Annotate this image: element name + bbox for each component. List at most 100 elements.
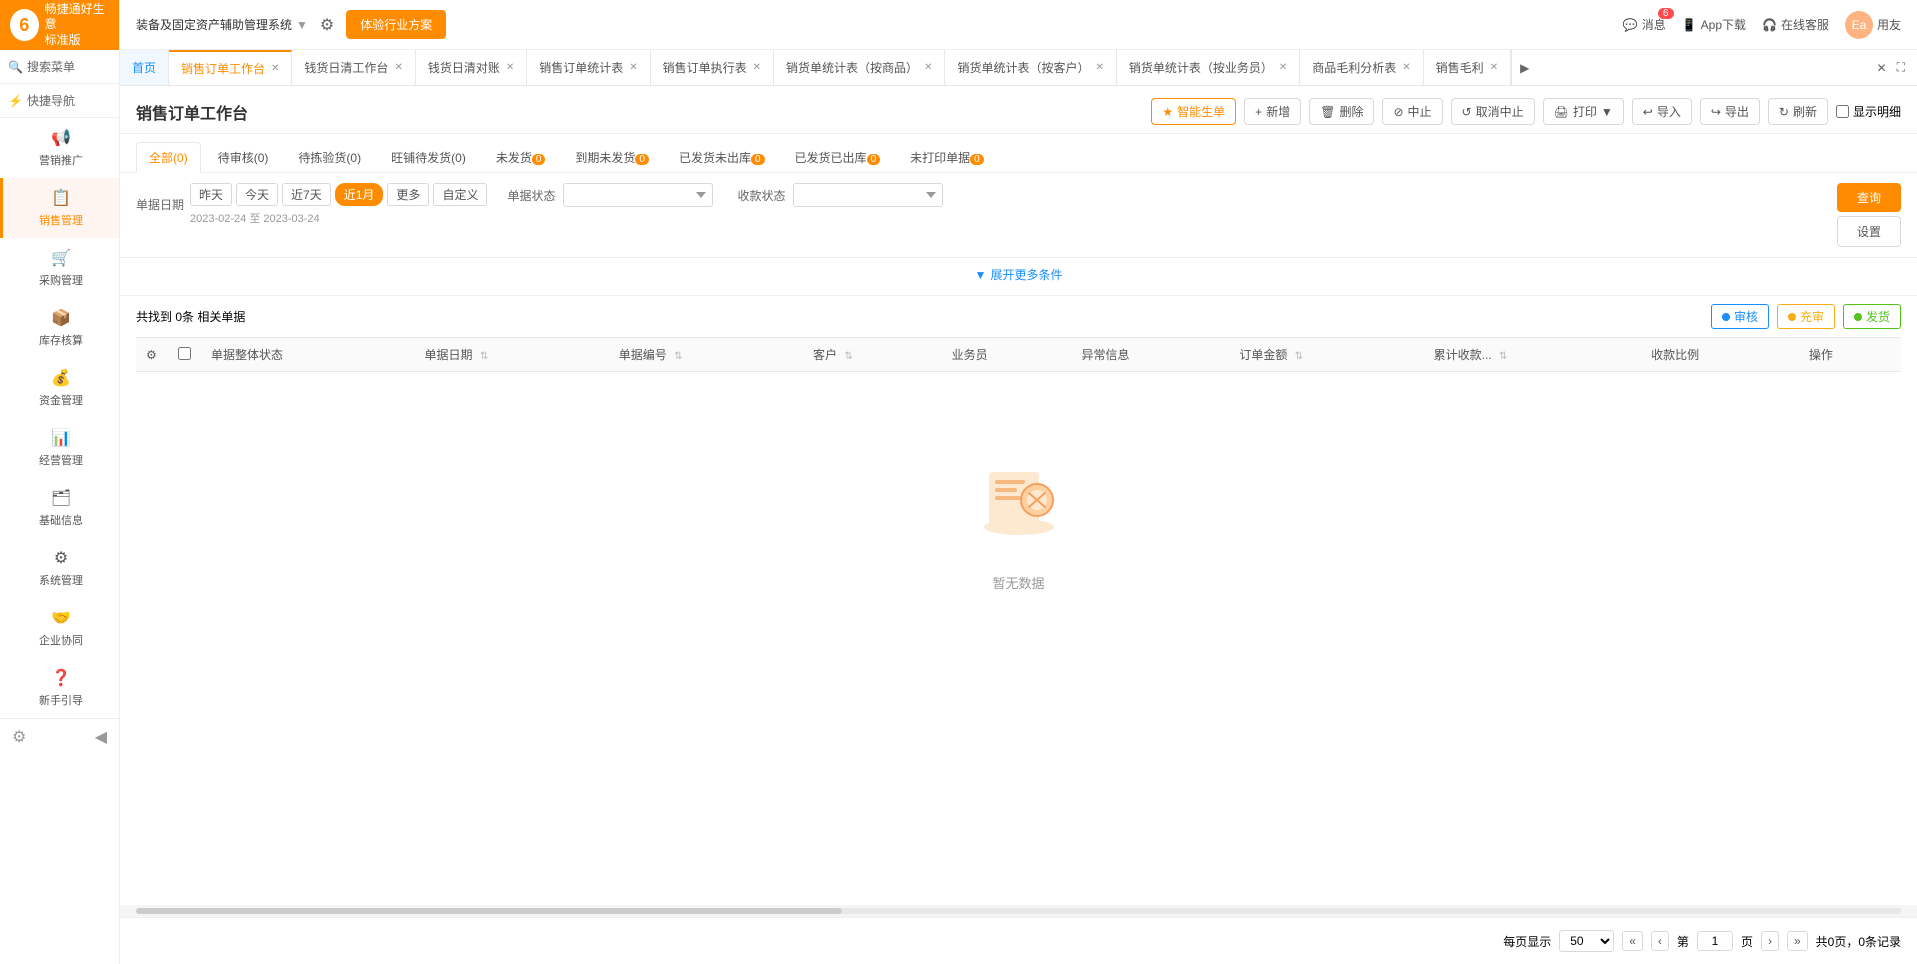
print-icon: 🖨 bbox=[1554, 105, 1569, 119]
sub-tab-shipped-not-warehouse[interactable]: 已发货未出库0 bbox=[666, 142, 778, 172]
sidebar-item-quick-nav[interactable]: ⚡ 快捷导航 bbox=[0, 84, 119, 118]
th-customer[interactable]: 客户 ⇅ bbox=[803, 338, 942, 372]
sub-tab-pending-check[interactable]: 待拣验货(0) bbox=[285, 142, 374, 172]
refresh-button[interactable]: ↻ 刷新 bbox=[1768, 98, 1828, 125]
collapse-icon[interactable]: ◀ bbox=[95, 727, 107, 747]
page-number-input[interactable] bbox=[1697, 931, 1733, 951]
delete-button[interactable]: 🗑 删除 bbox=[1309, 98, 1374, 125]
import-button[interactable]: ↩ 导入 bbox=[1632, 98, 1692, 125]
sidebar-item-operation[interactable]: 📊 经营管理 bbox=[0, 418, 119, 478]
first-page-btn[interactable]: « bbox=[1622, 931, 1643, 951]
prev-page-btn[interactable]: ‹ bbox=[1651, 931, 1669, 951]
sidebar-item-marketing[interactable]: 📢 营销推广 bbox=[0, 118, 119, 178]
date-btn-today[interactable]: 今天 bbox=[236, 183, 278, 206]
cancel-stop-button[interactable]: ↺ 取消中止 bbox=[1451, 98, 1535, 125]
tab-sales-profit[interactable]: 销售毛利 ✕ bbox=[1424, 50, 1511, 86]
date-btn-1month[interactable]: 近1月 bbox=[335, 183, 384, 206]
tab-sales-workbench[interactable]: 销售订单工作台 ✕ bbox=[169, 50, 292, 86]
sidebar-item-system[interactable]: ⚙ 系统管理 bbox=[0, 538, 119, 598]
tab-close-gross-profit[interactable]: ✕ bbox=[1402, 62, 1410, 73]
page-size-select[interactable]: 50 20 100 bbox=[1559, 930, 1614, 952]
stop-button[interactable]: ⊘ 中止 bbox=[1382, 98, 1442, 125]
status-select[interactable] bbox=[563, 183, 713, 207]
tab-home[interactable]: 首页 bbox=[120, 50, 169, 86]
sub-tab-all[interactable]: 全部(0) bbox=[136, 142, 201, 173]
sidebar-item-finance[interactable]: 💰 资金管理 bbox=[0, 358, 119, 418]
export-button[interactable]: ↪ 导出 bbox=[1700, 98, 1760, 125]
tab-cash-reconcile[interactable]: 钱货日清对账 ✕ bbox=[416, 50, 527, 86]
user-avatar: Ea bbox=[1845, 11, 1873, 39]
tab-gross-profit[interactable]: 商品毛利分析表 ✕ bbox=[1300, 50, 1423, 86]
last-page-btn[interactable]: » bbox=[1787, 931, 1808, 951]
tab-close-cash-daily[interactable]: ✕ bbox=[394, 62, 402, 73]
date-btn-7days[interactable]: 近7天 bbox=[282, 183, 331, 206]
horizontal-scrollbar[interactable] bbox=[120, 905, 1917, 917]
app-download-action[interactable]: 📱 App下载 bbox=[1682, 16, 1746, 33]
system-title-dropdown[interactable]: 装备及固定资产辅助管理系统 ▼ bbox=[136, 16, 308, 33]
query-button[interactable]: 查询 bbox=[1837, 183, 1901, 212]
sidebar-item-inventory[interactable]: 📦 库存核算 bbox=[0, 298, 119, 358]
tabs-more-btn[interactable]: ▶ bbox=[1511, 50, 1537, 86]
th-staff[interactable]: 业务员 bbox=[942, 338, 1072, 372]
user-action[interactable]: Ea 用友 bbox=[1845, 11, 1901, 39]
headset-icon: 🎧 bbox=[1762, 18, 1777, 32]
filter-setting-button[interactable]: 设置 bbox=[1837, 216, 1901, 247]
th-received[interactable]: 累计收款... ⇅ bbox=[1424, 338, 1641, 372]
date-btn-yesterday[interactable]: 昨天 bbox=[190, 183, 232, 206]
sidebar-item-guide[interactable]: ❓ 新手引导 bbox=[0, 658, 119, 718]
sub-tab-wangpu-ship[interactable]: 旺铺待发货(0) bbox=[378, 142, 479, 172]
tab-close-sales-stats-staff[interactable]: ✕ bbox=[1279, 62, 1287, 73]
sub-tab-not-shipped[interactable]: 未发货0 bbox=[483, 142, 559, 172]
tab-close-sales-profit[interactable]: ✕ bbox=[1490, 62, 1498, 73]
ship-button[interactable]: 发货 bbox=[1843, 304, 1901, 329]
sales-workbench-tab-label: 销售订单工作台 bbox=[181, 60, 265, 77]
th-amount[interactable]: 订单金额 ⇅ bbox=[1229, 338, 1423, 372]
tab-cash-daily[interactable]: 钱货日清工作台 ✕ bbox=[292, 50, 415, 86]
date-btn-custom[interactable]: 自定义 bbox=[433, 183, 487, 206]
tab-sales-stats-staff[interactable]: 销货单统计表（按业务员） ✕ bbox=[1117, 50, 1300, 86]
tab-close-sales-stats[interactable]: ✕ bbox=[629, 62, 637, 73]
sidebar-item-sales[interactable]: 📋 销售管理 bbox=[0, 178, 119, 238]
show-detail-checkbox[interactable]: 显示明细 bbox=[1836, 103, 1901, 120]
message-action[interactable]: 💬 消息 6 bbox=[1623, 16, 1666, 33]
select-all-checkbox[interactable] bbox=[178, 347, 191, 360]
cancel-audit-button[interactable]: 充审 bbox=[1777, 304, 1835, 329]
next-page-btn[interactable]: › bbox=[1761, 931, 1779, 951]
date-btn-more[interactable]: 更多 bbox=[387, 183, 429, 206]
star-icon: ★ bbox=[1162, 105, 1173, 119]
sub-tab-pending-audit[interactable]: 待审核(0) bbox=[205, 142, 282, 172]
tab-close-sales-workbench[interactable]: ✕ bbox=[271, 63, 279, 74]
sidebar-item-basic-info[interactable]: 🗂 基础信息 bbox=[0, 478, 119, 538]
th-date[interactable]: 单据日期 ⇅ bbox=[414, 338, 608, 372]
tab-sales-stats-product[interactable]: 销货单统计表（按商品） ✕ bbox=[774, 50, 945, 86]
tab-close-cash-reconcile[interactable]: ✕ bbox=[506, 62, 514, 73]
smart-gen-button[interactable]: ★ 智能生单 bbox=[1151, 98, 1236, 125]
expand-filter-btn[interactable]: ▼ 展开更多条件 bbox=[967, 262, 1071, 287]
audit-button[interactable]: 审核 bbox=[1711, 304, 1769, 329]
online-service-action[interactable]: 🎧 在线客服 bbox=[1762, 16, 1829, 33]
th-number[interactable]: 单据编号 ⇅ bbox=[609, 338, 803, 372]
sidebar-item-enterprise[interactable]: 🤝 企业协同 bbox=[0, 598, 119, 658]
tab-close-sales-stats-customer[interactable]: ✕ bbox=[1095, 62, 1103, 73]
sidebar-item-search[interactable]: 🔍 搜索菜单 bbox=[0, 50, 119, 84]
sub-tab-not-printed[interactable]: 未打印单据0 bbox=[897, 142, 997, 172]
scroll-thumb[interactable] bbox=[136, 908, 842, 914]
tab-sales-exec[interactable]: 销售订单执行表 ✕ bbox=[651, 50, 774, 86]
tab-sales-stats-customer[interactable]: 销货单统计表（按客户） ✕ bbox=[945, 50, 1116, 86]
solution-button[interactable]: 体验行业方案 bbox=[346, 10, 446, 39]
tab-action-fullscreen[interactable]: ⛶ bbox=[1893, 58, 1909, 77]
add-button[interactable]: + 新增 bbox=[1244, 98, 1301, 125]
sub-tab-shipped-warehouse[interactable]: 已发货已出库0 bbox=[782, 142, 894, 172]
settings-topbar-icon[interactable]: ⚙ bbox=[320, 15, 334, 35]
show-detail-input[interactable] bbox=[1836, 105, 1849, 118]
sidebar-item-purchase[interactable]: 🛒 采购管理 bbox=[0, 238, 119, 298]
column-settings-icon[interactable]: ⚙ bbox=[146, 348, 157, 362]
tab-sales-stats[interactable]: 销售订单统计表 ✕ bbox=[527, 50, 650, 86]
tab-close-sales-exec[interactable]: ✕ bbox=[753, 62, 761, 73]
settings-icon[interactable]: ⚙ bbox=[12, 727, 26, 747]
tab-action-expand[interactable]: ✕ bbox=[1873, 59, 1891, 77]
print-button[interactable]: 🖨 打印 ▼ bbox=[1543, 98, 1624, 125]
payment-select[interactable] bbox=[793, 183, 943, 207]
tab-close-sales-stats-product[interactable]: ✕ bbox=[924, 62, 932, 73]
sub-tab-overdue-not-shipped[interactable]: 到期未发货0 bbox=[562, 142, 662, 172]
